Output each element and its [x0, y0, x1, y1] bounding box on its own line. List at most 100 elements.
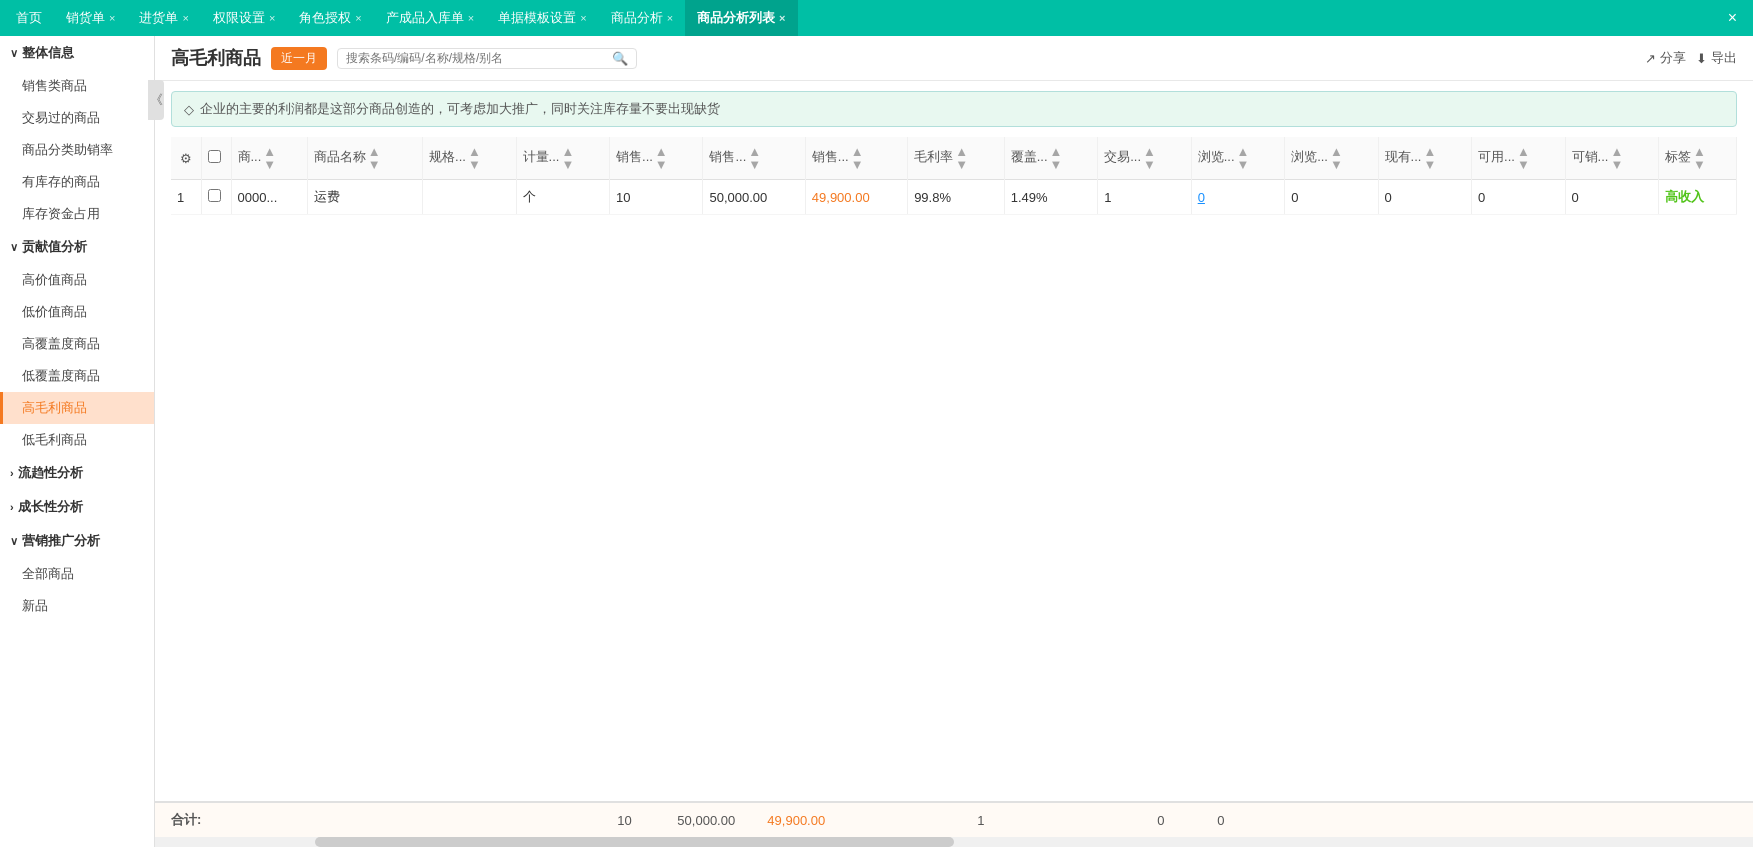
col-header-saleAmt[interactable]: 销售...▲▼ [703, 137, 805, 180]
footer-cell [1271, 813, 1331, 828]
nav-tab-close[interactable]: × [779, 12, 785, 24]
nav-tab-首页[interactable]: 首页 [4, 0, 54, 36]
export-button[interactable]: ⬇ 导出 [1696, 49, 1737, 67]
col-header-code[interactable]: 商...▲▼ [231, 137, 307, 180]
nav-tab-label: 权限设置 [213, 9, 265, 27]
nav-tab-close[interactable]: × [355, 12, 361, 24]
sidebar-item[interactable]: 新品 [0, 590, 154, 622]
sidebar-item[interactable]: 有库存的商品 [0, 166, 154, 198]
col-header-saleStock[interactable]: 可销...▲▼ [1565, 137, 1658, 180]
sidebar-item[interactable]: 库存资金占用 [0, 198, 154, 230]
row-checkbox[interactable] [208, 189, 221, 202]
col-header-coverage[interactable]: 覆盖...▲▼ [1004, 137, 1097, 180]
group-label: 营销推广分析 [22, 532, 100, 550]
sidebar-item[interactable]: 高毛利商品 [0, 392, 154, 424]
group-label: 贡献值分析 [22, 238, 87, 256]
col-header-saleQty[interactable]: 销售...▲▼ [610, 137, 703, 180]
nav-tab-close[interactable]: × [109, 12, 115, 24]
cell-saleQty: 10 [610, 180, 703, 215]
col-header-spec[interactable]: 规格...▲▼ [423, 137, 516, 180]
col-header-index: ⚙ [171, 137, 201, 180]
sidebar-item[interactable]: 高价值商品 [0, 264, 154, 296]
chevron-icon: ∨ [10, 241, 18, 254]
sidebar-item[interactable]: 交易过的商品 [0, 102, 154, 134]
cell-checkbox [201, 180, 231, 215]
col-header-transCount[interactable]: 交易...▲▼ [1098, 137, 1191, 180]
table-container: ⚙商...▲▼商品名称▲▼规格...▲▼计量...▲▼销售...▲▼销售...▲… [155, 137, 1753, 801]
table-row: 10000...运费个1050,000.0049,900.0099.8%1.49… [171, 180, 1737, 215]
footer-cell [311, 813, 381, 828]
table-footer: 合计: 1050,000.0049,900.00100 [155, 801, 1753, 837]
scrollbar-thumb[interactable] [315, 837, 954, 847]
cell-index: 1 [171, 180, 201, 215]
sidebar-item[interactable]: 全部商品 [0, 558, 154, 590]
footer-cell [1031, 813, 1091, 828]
cell-browse1[interactable]: 0 [1191, 180, 1284, 215]
sidebar-group-title[interactable]: ›成长性分析 [0, 490, 154, 524]
data-table: ⚙商...▲▼商品名称▲▼规格...▲▼计量...▲▼销售...▲▼销售...▲… [171, 137, 1737, 215]
sidebar-group: ∨ 贡献值分析高价值商品低价值商品高覆盖度商品低覆盖度商品高毛利商品低毛利商品 [0, 230, 154, 456]
nav-tab-label: 商品分析列表 [697, 9, 775, 27]
select-all-checkbox[interactable] [208, 150, 221, 163]
nav-tab-商品分析[interactable]: 商品分析× [599, 0, 685, 36]
sidebar-group: ∨ 营销推广分析全部商品新品 [0, 524, 154, 622]
nav-tab-进货单[interactable]: 进货单× [127, 0, 200, 36]
settings-icon[interactable]: ⚙ [180, 151, 192, 166]
sidebar-group-title[interactable]: ›流趋性分析 [0, 456, 154, 490]
cell-coverage: 1.49% [1004, 180, 1097, 215]
nav-tab-角色授权[interactable]: 角色授权× [287, 0, 373, 36]
nav-tab-销货单[interactable]: 销货单 × [54, 0, 127, 36]
cell-saleStock: 0 [1565, 180, 1658, 215]
nav-tab-close[interactable]: × [468, 12, 474, 24]
nav-tab-close[interactable]: × [182, 12, 188, 24]
footer-cell [1331, 813, 1391, 828]
info-icon: ◇ [184, 102, 194, 117]
nav-tab-产成品入库单[interactable]: 产成品入库单× [374, 0, 486, 36]
footer-cell: 50,000.00 [671, 813, 761, 828]
sidebar-item[interactable]: 低覆盖度商品 [0, 360, 154, 392]
col-header-grossMargin[interactable]: 毛利率▲▼ [908, 137, 1005, 180]
col-header-browse2[interactable]: 浏览...▲▼ [1285, 137, 1378, 180]
col-header-availStock[interactable]: 可用...▲▼ [1472, 137, 1565, 180]
footer-cell [481, 813, 551, 828]
close-window-button[interactable]: × [1716, 9, 1749, 27]
footer-cell: 10 [611, 813, 671, 828]
col-header-name[interactable]: 商品名称▲▼ [307, 137, 422, 180]
nav-tab-label: 销货单 [66, 9, 105, 27]
nav-tab-close[interactable]: × [667, 12, 673, 24]
nav-tab-close[interactable]: × [580, 12, 586, 24]
sidebar-group: ∨整体信息销售类商品交易过的商品商品分类助销率有库存的商品库存资金占用 [0, 36, 154, 230]
col-header-unit[interactable]: 计量...▲▼ [516, 137, 609, 180]
col-header-saleProfit[interactable]: 销售...▲▼ [805, 137, 907, 180]
col-header-browse1[interactable]: 浏览...▲▼ [1191, 137, 1284, 180]
main-content: 高毛利商品 近一月 🔍 ↗ 分享 ⬇ 导出 [155, 36, 1753, 847]
group-label: 流趋性分析 [18, 464, 83, 482]
page-title: 高毛利商品 [171, 46, 261, 70]
chevron-icon: ∨ [10, 535, 18, 548]
col-header-currentStock[interactable]: 现有...▲▼ [1378, 137, 1471, 180]
cell-tag: 高收入 [1659, 180, 1737, 215]
sidebar-group-title[interactable]: ∨ 营销推广分析 [0, 524, 154, 558]
footer-cell [851, 813, 911, 828]
search-icon[interactable]: 🔍 [612, 51, 628, 66]
col-header-tag[interactable]: 标签▲▼ [1659, 137, 1737, 180]
nav-tab-权限设置[interactable]: 权限设置 × [201, 0, 287, 36]
nav-tab-单据模板设置[interactable]: 单据模板设置× [486, 0, 598, 36]
search-input[interactable] [346, 51, 608, 65]
sidebar-item[interactable]: 商品分类助销率 [0, 134, 154, 166]
horizontal-scrollbar[interactable] [155, 837, 1753, 847]
nav-tab-close[interactable]: × [269, 12, 275, 24]
sidebar-group: ›流趋性分析 [0, 456, 154, 490]
top-nav: 首页销货单×进货单×权限设置×角色授权×产成品入库单×单据模板设置×商品分析×商… [0, 0, 1753, 36]
filter-button[interactable]: 近一月 [271, 47, 327, 70]
share-button[interactable]: ↗ 分享 [1645, 49, 1686, 67]
sidebar-item[interactable]: 低毛利商品 [0, 424, 154, 456]
nav-tab-商品分析列表[interactable]: 商品分析列表 × [685, 0, 797, 36]
sidebar-item[interactable]: 销售类商品 [0, 70, 154, 102]
sidebar-item[interactable]: 高覆盖度商品 [0, 328, 154, 360]
sidebar-collapse-button[interactable]: 《 [148, 80, 164, 120]
cell-saleAmt: 50,000.00 [703, 180, 805, 215]
sidebar-item[interactable]: 低价值商品 [0, 296, 154, 328]
sidebar-group-title[interactable]: ∨整体信息 [0, 36, 154, 70]
sidebar-group-title[interactable]: ∨ 贡献值分析 [0, 230, 154, 264]
